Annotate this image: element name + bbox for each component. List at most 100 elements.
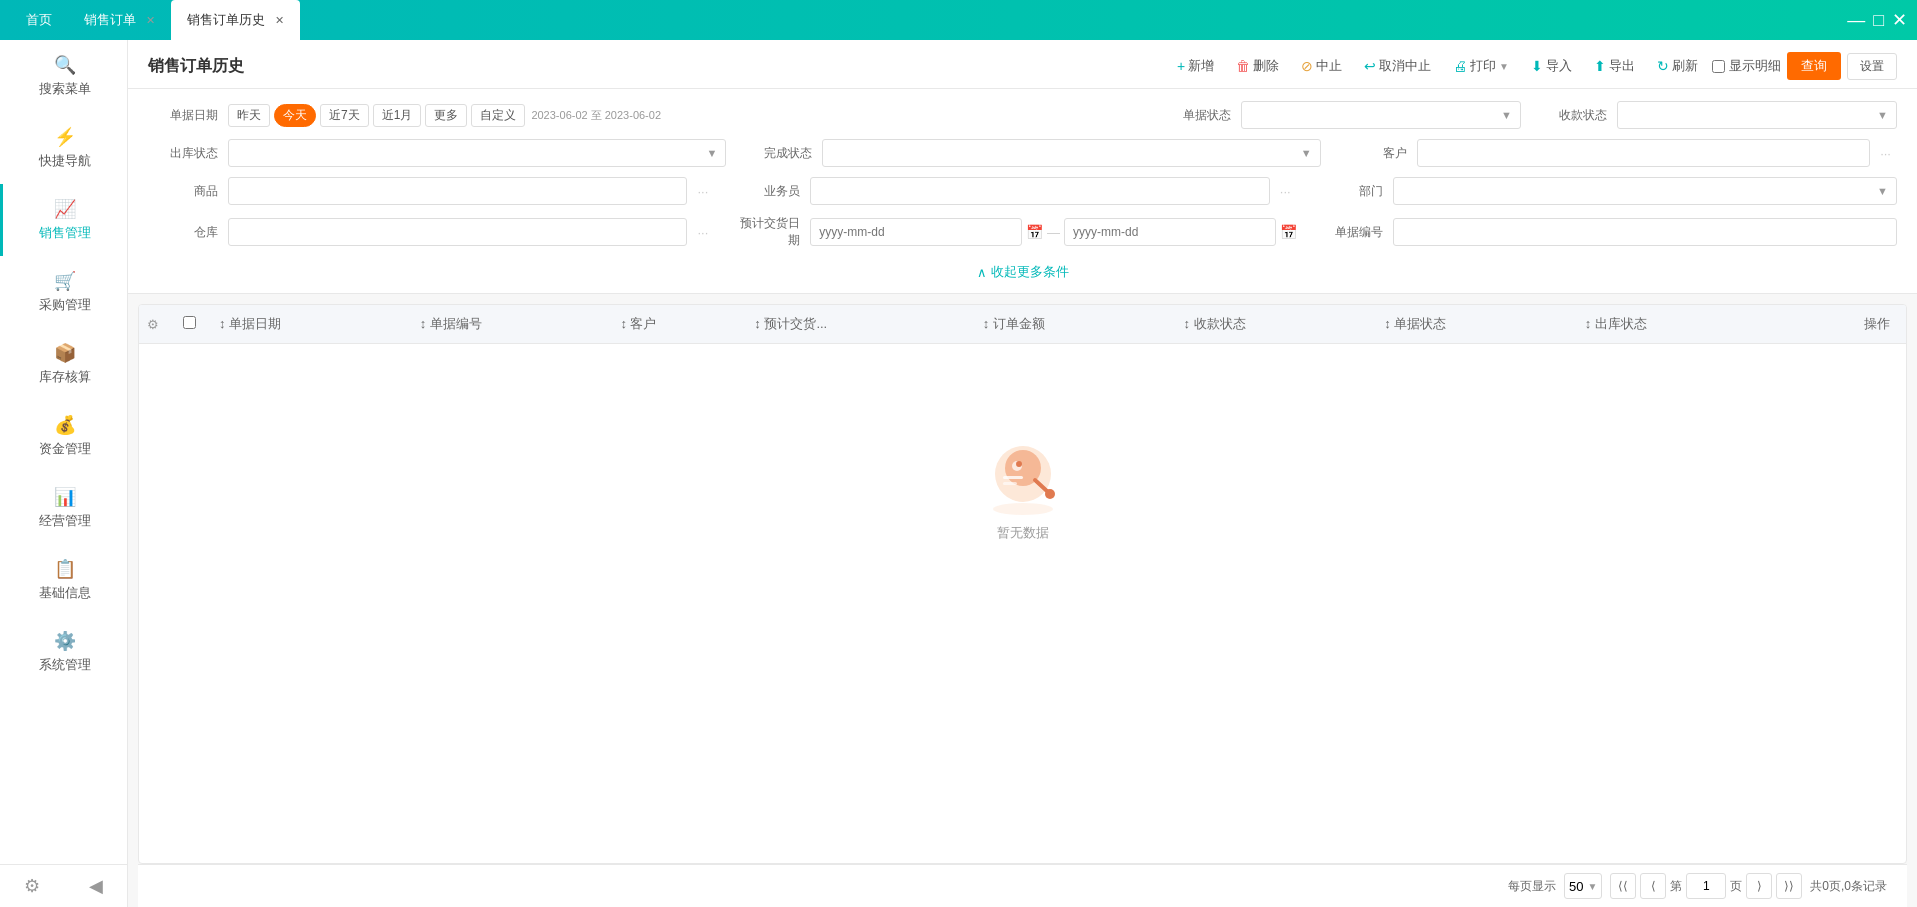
date-btn-more[interactable]: 更多	[425, 104, 467, 127]
refresh-label: 刷新	[1672, 57, 1698, 75]
export-icon: ⬆	[1594, 58, 1606, 74]
table-settings-icon[interactable]: ⚙	[147, 317, 159, 332]
receipt-status-select[interactable]: ▼	[1617, 101, 1897, 129]
refresh-button[interactable]: ↻ 刷新	[1649, 53, 1706, 79]
completion-status-select[interactable]: ▼	[822, 139, 1320, 167]
tab-sales-order-history[interactable]: 销售订单历史 ✕	[171, 0, 300, 40]
sidebar-item-operations[interactable]: 📊 经营管理	[0, 472, 127, 544]
tab-sales-order-close[interactable]: ✕	[146, 14, 155, 27]
display-toggle-checkbox[interactable]	[1712, 60, 1725, 73]
date-btn-custom[interactable]: 自定义	[471, 104, 525, 127]
sidebar-item-basic-info[interactable]: 📋 基础信息	[0, 544, 127, 616]
department-select[interactable]: ▼	[1393, 177, 1897, 205]
top-bar-actions: — □ ✕	[1847, 9, 1907, 31]
setting-button[interactable]: 设置	[1847, 53, 1897, 80]
svg-point-0	[993, 503, 1053, 515]
customer-select[interactable]	[1417, 139, 1870, 167]
sidebar-item-system[interactable]: ⚙️ 系统管理	[0, 616, 127, 688]
page-header: 销售订单历史 + 新增 🗑 删除 ⊘ 中止 ↩ 取消中止	[128, 40, 1917, 89]
th-action-label: 操作	[1864, 316, 1890, 331]
cancel-stop-label: 取消中止	[1379, 57, 1431, 75]
date-btn-today[interactable]: 今天	[274, 104, 316, 127]
th-order-status: ↕ 单据状态	[1376, 305, 1577, 344]
sidebar-item-purchase-mgmt[interactable]: 🛒 采购管理	[0, 256, 127, 328]
new-label: 新增	[1188, 57, 1214, 75]
top-bar-maximize[interactable]: □	[1873, 10, 1884, 31]
sidebar-item-inventory[interactable]: 📦 库存核算	[0, 328, 127, 400]
delivery-date-end[interactable]	[1064, 218, 1276, 246]
data-table: ⚙ ↕ 单据日期 ↕ 单据编号 ↕ 客户	[139, 305, 1906, 622]
sidebar-item-sales-mgmt[interactable]: 📈 销售管理	[0, 184, 127, 256]
order-status-select[interactable]: ▼	[1241, 101, 1521, 129]
sidebar-item-finance[interactable]: 💰 资金管理	[0, 400, 127, 472]
tab-sales-order-history-close[interactable]: ✕	[275, 14, 284, 27]
import-button[interactable]: ⬇ 导入	[1523, 53, 1580, 79]
date-btn-7days[interactable]: 近7天	[320, 104, 369, 127]
order-status-chevron: ▼	[1501, 109, 1512, 121]
th-customer-label: ↕ 客户	[620, 316, 656, 331]
display-toggle[interactable]: 显示明细	[1712, 57, 1781, 75]
sidebar-item-system-label: 系统管理	[39, 656, 91, 674]
delete-button[interactable]: 🗑 删除	[1228, 53, 1287, 79]
th-customer: ↕ 客户	[612, 305, 746, 344]
warehouse-select[interactable]	[228, 218, 687, 246]
top-bar: 首页 销售订单 ✕ 销售订单历史 ✕ — □ ✕	[0, 0, 1917, 40]
th-amount: ↕ 订单金额	[975, 305, 1176, 344]
new-button[interactable]: + 新增	[1169, 53, 1222, 79]
sidebar-settings-icon[interactable]: ⚙	[24, 875, 40, 897]
tab-home[interactable]: 首页	[10, 0, 68, 40]
print-button[interactable]: 🖨 打印 ▼	[1445, 53, 1517, 79]
cancel-stop-icon: ↩	[1364, 58, 1376, 74]
warehouse-more-icon[interactable]: ···	[691, 225, 714, 240]
purchase-mgmt-icon: 🛒	[54, 270, 76, 292]
query-button[interactable]: 查询	[1787, 52, 1841, 80]
export-button[interactable]: ⬆ 导出	[1586, 53, 1643, 79]
last-page-btn[interactable]: ⟩⟩	[1776, 873, 1802, 899]
th-amount-label: ↕ 订单金额	[983, 316, 1045, 331]
outbound-status-select[interactable]: ▼	[228, 139, 726, 167]
delivery-date-end-calendar-icon[interactable]: 📅	[1280, 224, 1297, 240]
th-receipt-status-label: ↕ 收款状态	[1183, 316, 1245, 331]
salesman-more-icon[interactable]: ···	[1274, 184, 1297, 199]
chevron-up-icon: ∧	[977, 265, 987, 280]
collapse-bar[interactable]: ∧ 收起更多条件	[148, 259, 1897, 281]
print-icon: 🖨	[1453, 58, 1467, 74]
page-input[interactable]	[1686, 873, 1726, 899]
sidebar-item-search-menu[interactable]: 🔍 搜索菜单	[0, 40, 127, 112]
delivery-date-start-calendar-icon[interactable]: 📅	[1026, 224, 1043, 240]
next-page-btn[interactable]: ⟩	[1746, 873, 1772, 899]
date-btn-yesterday[interactable]: 昨天	[228, 104, 270, 127]
table-area: ⚙ ↕ 单据日期 ↕ 单据编号 ↕ 客户	[138, 304, 1907, 864]
finance-icon: 💰	[54, 414, 76, 436]
sidebar-item-quick-nav[interactable]: ⚡ 快捷导航	[0, 112, 127, 184]
cancel-stop-button[interactable]: ↩ 取消中止	[1356, 53, 1439, 79]
delete-icon: 🗑	[1236, 58, 1250, 74]
first-page-btn[interactable]: ⟨⟨	[1610, 873, 1636, 899]
delivery-date-start[interactable]	[810, 218, 1022, 246]
select-all-checkbox[interactable]	[183, 316, 196, 329]
prev-page-btn[interactable]: ⟨	[1640, 873, 1666, 899]
tab-home-label: 首页	[26, 11, 52, 29]
product-control: ···	[228, 177, 714, 205]
tab-sales-order[interactable]: 销售订单 ✕	[68, 0, 171, 40]
stop-button[interactable]: ⊘ 中止	[1293, 53, 1350, 79]
top-bar-close[interactable]: ✕	[1892, 9, 1907, 31]
product-select[interactable]	[228, 177, 687, 205]
department-chevron: ▼	[1877, 185, 1888, 197]
salesman-select[interactable]	[810, 177, 1269, 205]
sidebar-item-operations-label: 经营管理	[39, 512, 91, 530]
order-no-input[interactable]	[1393, 218, 1897, 246]
operations-icon: 📊	[54, 486, 76, 508]
product-more-icon[interactable]: ···	[691, 184, 714, 199]
page-unit: 页	[1730, 878, 1742, 895]
th-delivery-date: ↕ 预计交货...	[746, 305, 975, 344]
sidebar-collapse-icon[interactable]: ◀	[89, 875, 103, 897]
empty-row: 暂无数据	[139, 344, 1906, 623]
top-bar-minimize[interactable]: —	[1847, 10, 1865, 31]
customer-more-icon[interactable]: ···	[1874, 146, 1897, 161]
inventory-icon: 📦	[54, 342, 76, 364]
th-outbound-status-label: ↕ 出库状态	[1585, 316, 1647, 331]
per-page-select[interactable]: 50 ▼	[1564, 873, 1602, 899]
date-btn-1month[interactable]: 近1月	[373, 104, 422, 127]
customer-control: ···	[1417, 139, 1897, 167]
